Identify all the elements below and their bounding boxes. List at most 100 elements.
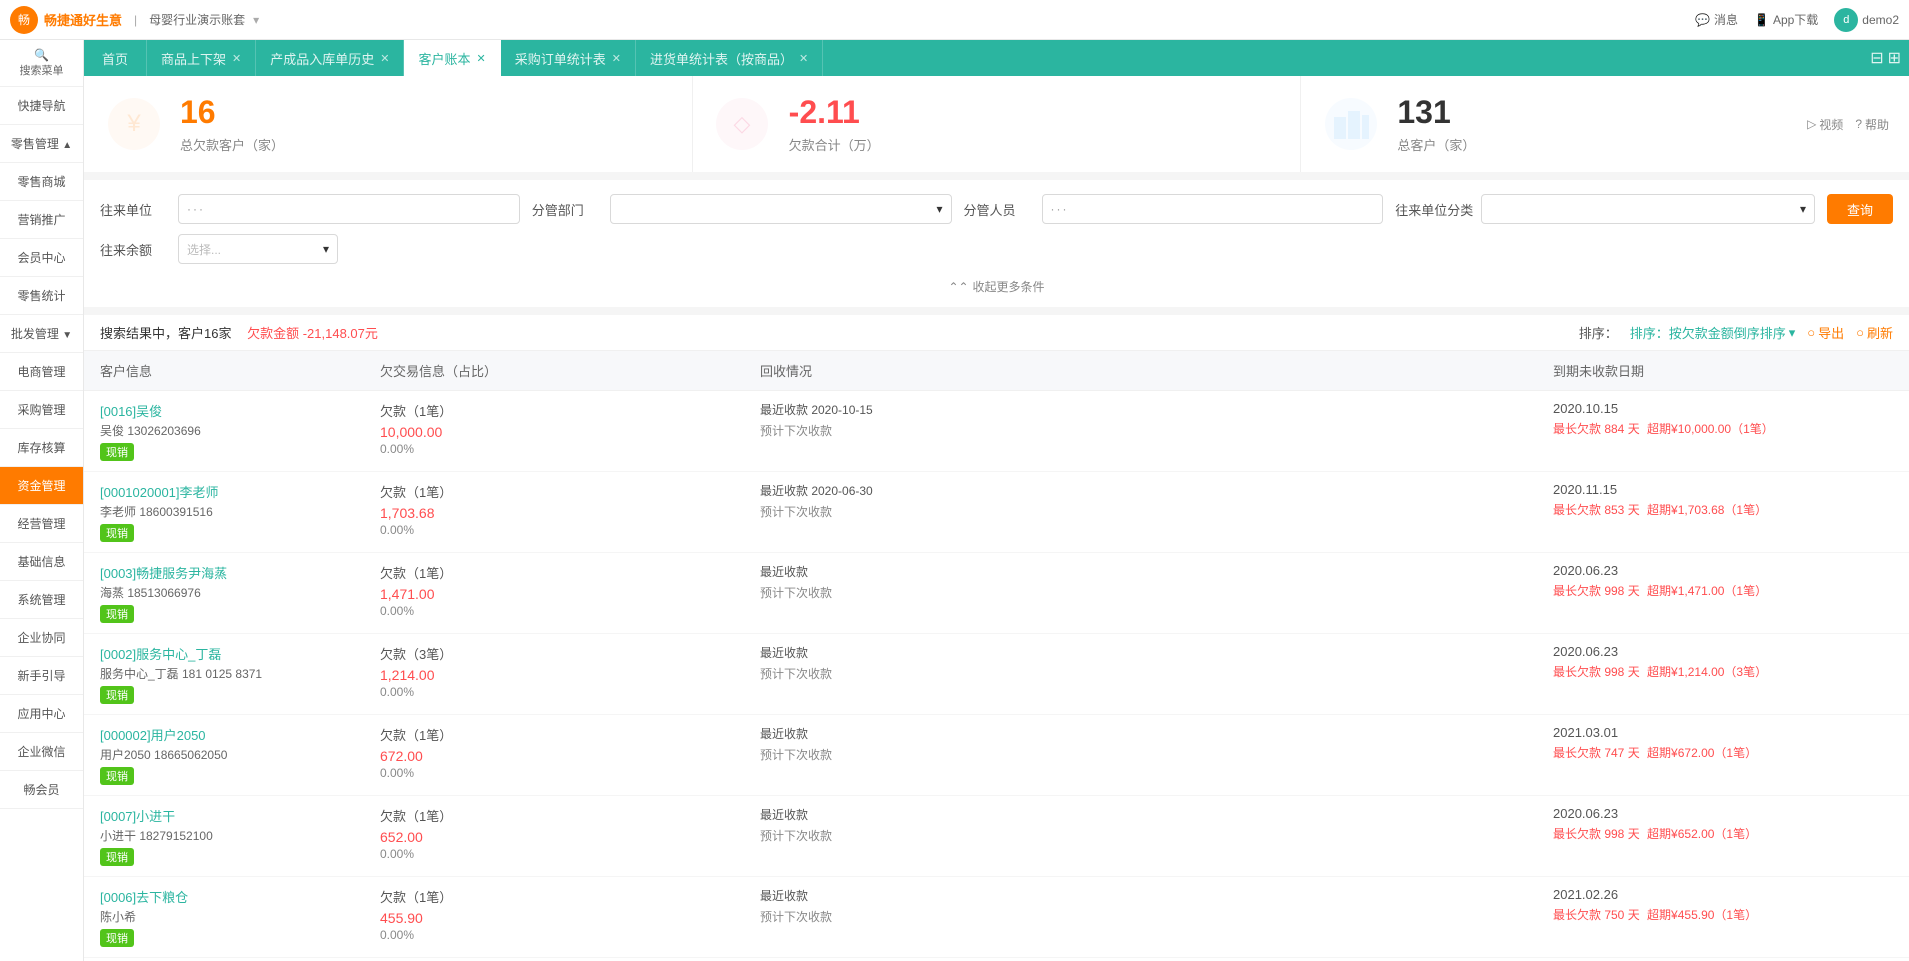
chevron-down-icon: ▾ (936, 202, 942, 216)
table-row: [0016]吴俊 吴俊 13026203696 现销 欠款（1笔） 10,000… (84, 391, 1909, 472)
sidebar-item-quick-nav[interactable]: 快捷导航 (0, 87, 83, 125)
export-label: 导出 (1818, 323, 1844, 342)
overdue-amount-4[interactable]: 超期¥672.00（1笔） (1647, 746, 1757, 760)
customer-name-2[interactable]: [0003]畅捷服务尹海蒸 (100, 563, 380, 582)
customer-cell-2: [0003]畅捷服务尹海蒸 海蒸 18513066976 现销 (100, 563, 380, 623)
tab-purchase-stats[interactable]: 采购订单统计表 ✕ (501, 40, 636, 76)
last-collect-3: 最近收款 (760, 644, 1553, 661)
tab-shrink-icon[interactable]: ⊟ (1870, 48, 1883, 68)
debt-amount-2[interactable]: 1,471.00 (380, 586, 760, 602)
debt-amount-4[interactable]: 672.00 (380, 748, 760, 764)
filter-branch-dept: 分管部门 ▾ (532, 194, 952, 224)
table-header: 客户信息 欠交易信息（占比） 回收情况 到期未收款日期 (84, 351, 1909, 391)
sidebar-item-basic-info[interactable]: 基础信息 (0, 543, 83, 581)
tab-customer-ledger[interactable]: 客户账本 ✕ (404, 40, 500, 76)
sidebar-item-vip-member[interactable]: 畅会员 (0, 771, 83, 809)
sidebar-item-sys-mgmt[interactable]: 系统管理 (0, 581, 83, 619)
unit-category-select[interactable]: ▾ (1481, 194, 1815, 224)
user-avatar-btn[interactable]: d demo2 (1834, 8, 1899, 32)
sidebar-item-label: 会员中心 (17, 251, 65, 265)
customer-badge-2: 现销 (100, 605, 134, 623)
overdue-days-5: 最长欠款 998 天 (1553, 827, 1640, 841)
customer-name-5[interactable]: [0007]小进干 (100, 806, 380, 825)
overdue-amount-6[interactable]: 超期¥455.90（1笔） (1647, 908, 1757, 922)
video-icon: ▷ (1807, 117, 1816, 131)
tab-close-icon[interactable]: ✕ (232, 52, 241, 65)
sidebar-item-label: 库存核算 (17, 441, 65, 455)
sidebar-item-retail-mall[interactable]: 零售商城 (0, 163, 83, 201)
debt-cell-1: 欠款（1笔） 1,703.68 0.00% (380, 482, 760, 537)
sidebar-item-corp-wechat[interactable]: 企业微信 (0, 733, 83, 771)
due-date-cell-3: 2020.06.23 最长欠款 998 天 超期¥1,214.00（3笔） (1553, 644, 1893, 680)
company-selector[interactable]: 母婴行业演示账套 (149, 11, 245, 28)
customer-name-4[interactable]: [000002]用户2050 (100, 725, 380, 744)
sidebar-item-label: 采购管理 (17, 403, 65, 417)
tab-close-icon[interactable]: ✕ (380, 52, 389, 65)
customer-cell-3: [0002]服务中心_丁磊 服务中心_丁磊 181 0125 8371 现销 (100, 644, 380, 704)
sort-btn[interactable]: 排序：按欠款金额倒序排序 ▾ (1630, 323, 1796, 342)
sidebar-item-member-center[interactable]: 会员中心 (0, 239, 83, 277)
sidebar-item-marketing[interactable]: 营销推广 (0, 201, 83, 239)
app-download-btn[interactable]: 📱 App下载 (1754, 11, 1818, 28)
debt-amount-1[interactable]: 1,703.68 (380, 505, 760, 521)
tab-close-icon[interactable]: ✕ (612, 52, 621, 65)
overdue-4: 最长欠款 747 天 超期¥672.00（1笔） (1553, 744, 1893, 761)
sidebar-item-app-center[interactable]: 应用中心 (0, 695, 83, 733)
filter-area: 往来单位 ··· 分管部门 ▾ (84, 180, 1909, 307)
customer-cell-5: [0007]小进干 小进干 18279152100 现销 (100, 806, 380, 866)
sidebar-item-finance[interactable]: 资金管理 (0, 467, 83, 505)
tab-expand-icon[interactable]: ⊞ (1888, 48, 1901, 68)
debt-amount-0[interactable]: 10,000.00 (380, 424, 760, 440)
branch-dept-select[interactable]: ▾ (610, 194, 952, 224)
from-unit-input[interactable]: ··· (178, 194, 520, 224)
col-header-debt: 欠交易信息（占比） (380, 361, 760, 380)
help-btn[interactable]: ? 帮助 (1855, 116, 1889, 133)
sidebar-search[interactable]: 🔍 搜索菜单 (0, 40, 83, 87)
debt-amount-3[interactable]: 1,214.00 (380, 667, 760, 683)
overdue-amount-3[interactable]: 超期¥1,214.00（3笔） (1647, 665, 1767, 679)
sidebar-item-inventory[interactable]: 库存核算 (0, 429, 83, 467)
video-btn[interactable]: ▷ 视频 (1807, 116, 1843, 133)
tab-home[interactable]: 首页 (84, 40, 147, 76)
tab-close-icon[interactable]: ✕ (799, 52, 808, 65)
customer-name-1[interactable]: [0001020001]李老师 (100, 482, 380, 501)
debt-amount-5[interactable]: 652.00 (380, 829, 760, 845)
sidebar-item-purchase-mgmt[interactable]: 采购管理 (0, 391, 83, 429)
sidebar-item-ops-mgmt[interactable]: 经营管理 (0, 505, 83, 543)
customer-name-0[interactable]: [0016]吴俊 (100, 401, 380, 420)
tab-production-history[interactable]: 产成品入库单历史 ✕ (256, 40, 404, 76)
refresh-btn[interactable]: ○ 刷新 (1856, 323, 1893, 342)
customer-badge-3: 现销 (100, 686, 134, 704)
tab-product-listing[interactable]: 商品上下架 ✕ (147, 40, 256, 76)
next-collect-0: 预计下次收款 (760, 422, 1553, 439)
sidebar-item-retail-mgmt[interactable]: 零售管理 ▲ (0, 125, 83, 163)
overdue-amount-2[interactable]: 超期¥1,471.00（1笔） (1647, 584, 1767, 598)
sidebar-item-batch-mgmt[interactable]: 批发管理 ▼ (0, 315, 83, 353)
sidebar-item-label: 企业协同 (17, 631, 65, 645)
tab-close-icon[interactable]: ✕ (477, 52, 486, 65)
export-btn[interactable]: ○ 导出 (1807, 323, 1844, 342)
sidebar-item-retail-stats[interactable]: 零售统计 (0, 277, 83, 315)
tab-purchase-product-stats[interactable]: 进货单统计表（按商品） ✕ (636, 40, 823, 76)
balance-select[interactable]: 选择... ▾ (178, 234, 338, 264)
next-collect-6: 预计下次收款 (760, 908, 1553, 925)
search-button[interactable]: 查询 (1827, 194, 1893, 224)
overdue-amount-1[interactable]: 超期¥1,703.68（1笔） (1647, 503, 1767, 517)
customer-name-6[interactable]: [0006]去下粮仓 (100, 887, 380, 906)
debt-amount-6[interactable]: 455.90 (380, 910, 760, 926)
filter-row-2: 往来余额 选择... ▾ (100, 234, 1893, 264)
sidebar-item-ecom-mgmt[interactable]: 电商管理 (0, 353, 83, 391)
next-collect-1: 预计下次收款 (760, 503, 1553, 520)
sidebar-item-newbie[interactable]: 新手引导 (0, 657, 83, 695)
col-header-due-date: 到期未收款日期 (1553, 361, 1893, 380)
message-btn[interactable]: 💬 消息 (1695, 11, 1738, 28)
overdue-amount-0[interactable]: 超期¥10,000.00（1笔） (1647, 422, 1774, 436)
overdue-amount-5[interactable]: 超期¥652.00（1笔） (1647, 827, 1757, 841)
customer-name-3[interactable]: [0002]服务中心_丁磊 (100, 644, 380, 663)
customer-cell-4: [000002]用户2050 用户2050 18665062050 现销 (100, 725, 380, 785)
collapse-btn[interactable]: ⌃⌃ 收起更多条件 (100, 274, 1893, 299)
customer-phone-1: 李老师 18600391516 (100, 503, 380, 520)
sidebar-item-label: 基础信息 (17, 555, 65, 569)
sidebar-item-enterprise[interactable]: 企业协同 (0, 619, 83, 657)
branch-person-input[interactable]: ··· (1042, 194, 1384, 224)
